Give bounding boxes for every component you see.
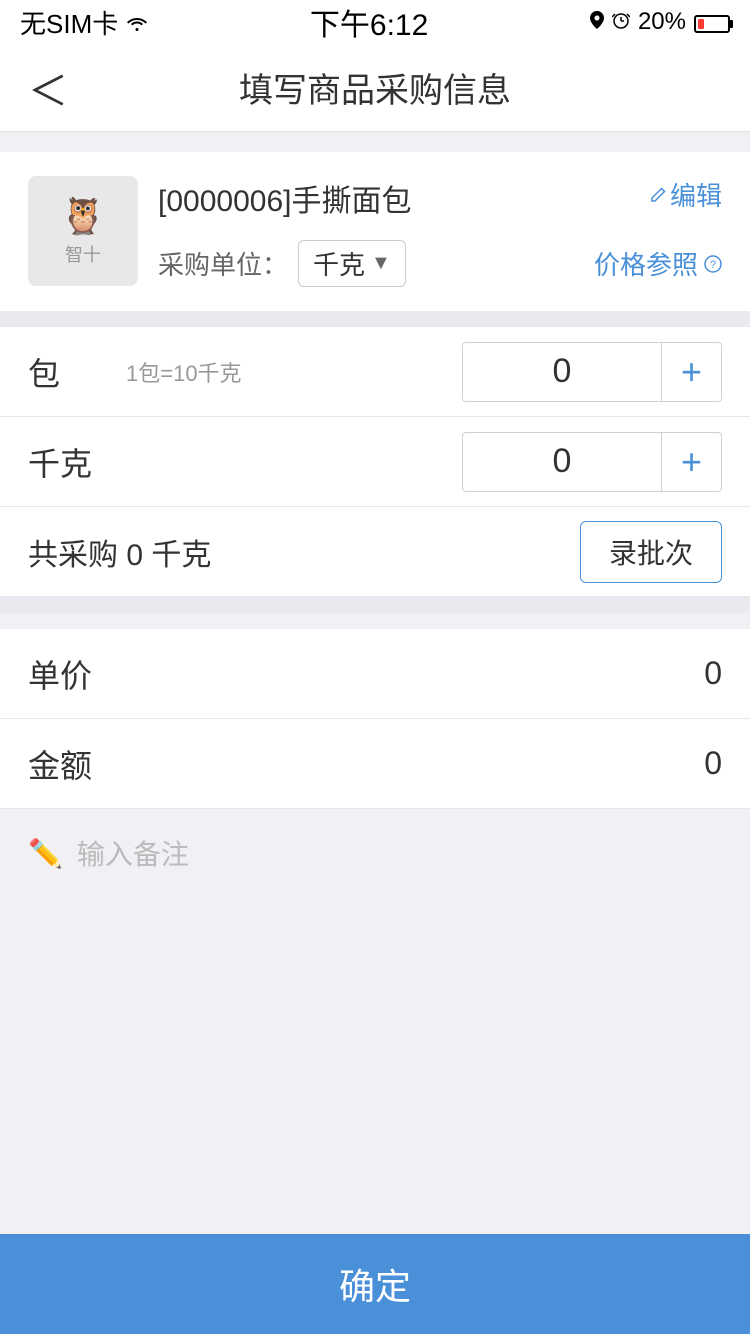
kg-input-row: 千克 0 + [0,417,750,507]
status-time: 下午6:12 [310,0,428,44]
location-icon [590,8,604,36]
product-brand-text: 智十 [65,241,101,267]
divider-1 [0,311,750,327]
content-area [0,897,750,1197]
product-info: [0000006]手撕面包 编辑 采购单位： 千克 ▼ 价格参照 ? [158,176,722,287]
unit-price-value: 0 [704,655,722,692]
notes-placeholder: 输入备注 [77,833,189,873]
chevron-down-icon: ▼ [371,252,391,275]
status-bar: 无SIM卡 下午6:12 20% [0,0,750,44]
total-label: 共采购 0 千克 [28,530,211,574]
kg-quantity-input[interactable]: 0 [462,432,662,492]
record-batch-button[interactable]: 录批次 [580,521,722,583]
confirm-button[interactable]: 确定 [0,1234,750,1334]
alarm-icon [612,8,630,36]
product-card: 🦉 智十 [0000006]手撕面包 编辑 采购单位： 千克 ▼ 价格参照 [0,152,750,311]
status-left: 无SIM卡 [20,4,148,41]
amount-value: 0 [704,745,722,782]
amount-label: 金额 [28,741,92,787]
total-row: 共采购 0 千克 录批次 [0,507,750,597]
package-input-row: 包 1包=10千克 0 + [0,327,750,417]
unit-label: 采购单位： [158,245,288,282]
battery-icon [694,8,730,36]
wifi-icon [126,7,148,38]
unit-select[interactable]: 千克 ▼ [298,240,406,287]
info-section: 单价 0 金额 0 [0,629,750,809]
amount-row: 金额 0 [0,719,750,809]
package-sublabel: 1包=10千克 [126,356,462,388]
unit-price-label: 单价 [28,651,92,697]
package-label: 包 [28,349,118,395]
status-right: 20% [590,8,730,36]
kg-plus-button[interactable]: + [662,432,722,492]
product-name: [0000006]手撕面包 [158,176,650,220]
kg-label: 千克 [28,439,118,485]
package-plus-button[interactable]: + [662,342,722,402]
package-input-section: 包 1包=10千克 0 + 千克 0 + 共采购 0 [0,327,750,597]
page-title: 填写商品采购信息 [239,63,511,112]
kg-input-right: 0 + [462,432,722,492]
unit-price-row: 单价 0 [0,629,750,719]
svg-text:?: ? [710,259,716,271]
product-unit-row: 采购单位： 千克 ▼ 价格参照 ? [158,240,722,287]
price-reference-button[interactable]: 价格参照 ? [594,245,722,282]
nav-bar: ＜ 填写商品采购信息 [0,44,750,132]
package-quantity-input[interactable]: 0 [462,342,662,402]
sim-text: 无SIM卡 [20,4,118,41]
notes-section[interactable]: ✏️ 输入备注 [0,809,750,897]
divider-2 [0,597,750,613]
battery-percent: 20% [638,8,686,36]
product-owl-icon: 🦉 [61,195,106,237]
back-button[interactable]: ＜ [28,59,68,117]
product-edit-button[interactable]: 编辑 [650,176,722,213]
product-header: [0000006]手撕面包 编辑 [158,176,722,220]
product-thumbnail: 🦉 智十 [28,176,138,286]
pencil-icon: ✏️ [28,837,63,870]
package-input-right: 0 + [462,342,722,402]
